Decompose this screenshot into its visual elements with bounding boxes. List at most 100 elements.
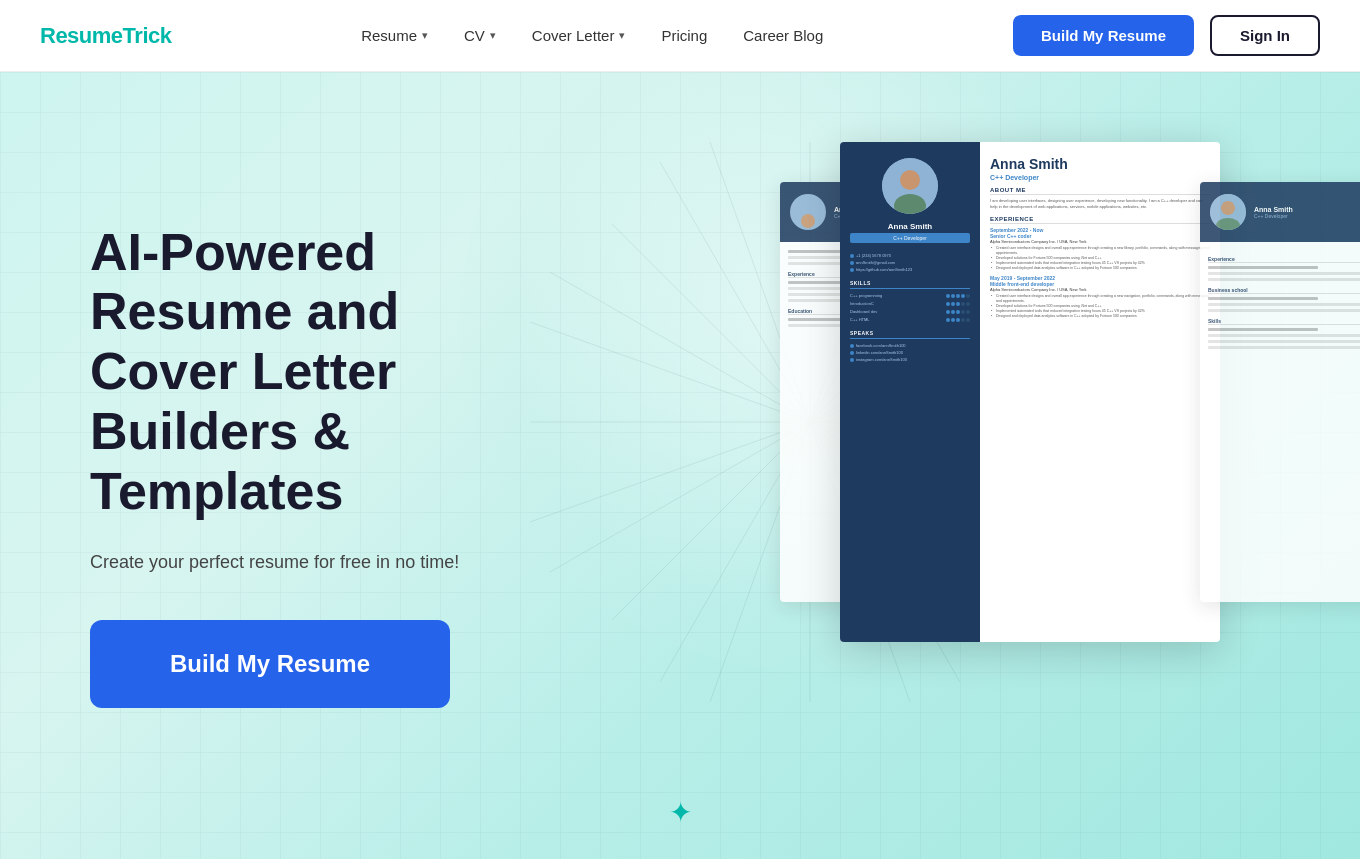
content-line	[1208, 303, 1360, 306]
speaks-section-title: Speaks	[850, 330, 970, 339]
logo-text-part2: Trick	[123, 23, 172, 49]
resume-name-block-left: Anna Smith C++ Developer	[850, 222, 970, 243]
skill-dots	[946, 310, 970, 314]
back-right-person-role: C++ Developer	[1254, 213, 1360, 219]
dot-filled	[951, 302, 955, 306]
back-right-avatar	[1210, 194, 1246, 230]
contact-email: annSmith@gmail.com	[850, 260, 970, 265]
experience-section-title: Experience	[990, 216, 1210, 224]
logo-text-part1: Resume	[40, 23, 123, 49]
speak-text: instagram.com/annSmith100	[856, 357, 907, 362]
skill-row-3: Dashboard dev	[850, 309, 970, 314]
skill-row-1: C++ programming	[850, 293, 970, 298]
contact-section: +1 (234) 5678 0970 annSmith@gmail.com ht…	[850, 253, 970, 272]
resume-card-main: Anna Smith C++ Developer +1 (234) 5678 0…	[840, 142, 1220, 642]
back-right-body: Experience Business school Skills	[1200, 242, 1360, 360]
dot-empty	[961, 302, 965, 306]
exp-bullet: Created user interface designs and overa…	[990, 246, 1210, 256]
speak-item: instagram.com/annSmith100	[850, 357, 970, 362]
skill-label: IntroductionC	[850, 301, 874, 306]
skill-label: Dashboard dev	[850, 309, 877, 314]
phone-text: +1 (234) 5678 0970	[856, 253, 891, 258]
dot-filled	[946, 294, 950, 298]
skill-row-4: C++ HTML	[850, 317, 970, 322]
star-icon: ✦	[669, 796, 692, 829]
dot-filled	[956, 310, 960, 314]
exp-item-2: May 2019 - September 2022 Middle front-e…	[990, 275, 1210, 318]
skill-dots	[946, 294, 970, 298]
bullet-dot	[850, 268, 854, 272]
dot-filled	[946, 318, 950, 322]
dot-empty	[966, 310, 970, 314]
navbar: ResumeTrick Resume ▾ CV ▾ Cover Letter ▾…	[0, 0, 1360, 72]
speak-text: linkedin.com/annSmith100	[856, 350, 903, 355]
back-right-avatar-image	[1210, 194, 1246, 230]
resume-right-column: Anna Smith C++ Developer About me I am d…	[980, 142, 1220, 642]
back-right-name-block: Anna Smith C++ Developer	[1254, 206, 1360, 219]
nav-item-career-blog[interactable]: Career Blog	[743, 27, 823, 44]
back-right-skills-title: Skills	[1208, 318, 1360, 325]
back-right-person-name: Anna Smith	[1254, 206, 1360, 213]
speak-text: facebook.com/annSmith100	[856, 343, 906, 348]
resume-main-name: Anna Smith	[990, 156, 1210, 172]
dot-filled	[946, 302, 950, 306]
nav-item-pricing[interactable]: Pricing	[661, 27, 707, 44]
email-text: annSmith@gmail.com	[856, 260, 895, 265]
back-right-section-edu: Business school	[1208, 287, 1360, 312]
content-line	[1208, 278, 1360, 281]
skill-label: C++ programming	[850, 293, 882, 298]
skills-section-title: Skills	[850, 280, 970, 289]
logo[interactable]: ResumeTrick	[40, 23, 171, 49]
resume-role-badge: C++ Developer	[850, 233, 970, 243]
hero-content: AI-Powered Resume and Cover Letter Build…	[0, 223, 560, 709]
resume-preview-area: Anna Smith C++ Developer Experience Educ…	[780, 102, 1360, 822]
content-line	[1208, 340, 1360, 343]
dot-filled	[946, 310, 950, 314]
resume-card-back-right: Anna Smith C++ Developer Experience Busi…	[1200, 182, 1360, 602]
contact-phone: +1 (234) 5678 0970	[850, 253, 970, 258]
nav-actions: Build My Resume Sign In	[1013, 15, 1320, 56]
dot-empty	[966, 294, 970, 298]
dot-empty	[961, 318, 965, 322]
chevron-down-icon: ▾	[422, 29, 428, 42]
content-line	[1208, 334, 1360, 337]
nav-item-resume[interactable]: Resume ▾	[361, 27, 428, 44]
build-resume-button-nav[interactable]: Build My Resume	[1013, 15, 1194, 56]
resume-person-name: Anna Smith	[850, 222, 970, 231]
nav-item-cv[interactable]: CV ▾	[464, 27, 496, 44]
exp-bullet: Designed and deployed data analytics sof…	[990, 266, 1210, 271]
chevron-down-icon: ▾	[490, 29, 496, 42]
exp-bullets-2: Created user interface designs and overa…	[990, 294, 1210, 318]
svg-point-16	[1221, 201, 1235, 215]
dot-filled	[956, 294, 960, 298]
dot-empty	[966, 318, 970, 322]
nav-links: Resume ▾ CV ▾ Cover Letter ▾ Pricing Car…	[361, 27, 823, 44]
scroll-indicator: ✦	[669, 796, 692, 829]
build-resume-button-hero[interactable]: Build My Resume	[90, 620, 450, 708]
hero-title: AI-Powered Resume and Cover Letter Build…	[90, 223, 560, 522]
skill-label: C++ HTML	[850, 317, 870, 322]
bullet-dot	[850, 344, 854, 348]
dot-filled	[951, 310, 955, 314]
sign-in-button[interactable]: Sign In	[1210, 15, 1320, 56]
bullet-dot	[850, 261, 854, 265]
dot-filled	[956, 318, 960, 322]
chevron-down-icon: ▾	[619, 29, 625, 42]
content-line	[1208, 266, 1318, 269]
skill-dots	[946, 318, 970, 322]
exp-bullets-1: Created user interface designs and overa…	[990, 246, 1210, 270]
linkedin-text: https://github.com/annSmith123	[856, 267, 912, 272]
content-line	[1208, 309, 1360, 312]
about-section-title: About me	[990, 187, 1210, 195]
back-right-section-exp: Experience	[1208, 256, 1360, 281]
back-right-header: Anna Smith C++ Developer	[1200, 182, 1360, 242]
nav-item-cover-letter[interactable]: Cover Letter ▾	[532, 27, 626, 44]
exp-company-2: Alpha Semiconductors Company Inc. / USA,…	[990, 287, 1210, 292]
bullet-dot	[850, 254, 854, 258]
avatar-image	[882, 158, 938, 214]
resume-summary: I am developing user interfaces, designi…	[990, 198, 1210, 210]
dot-filled	[951, 318, 955, 322]
hero-section: AI-Powered Resume and Cover Letter Build…	[0, 72, 1360, 859]
back-right-edu-title: Business school	[1208, 287, 1360, 294]
exp-item-1: September 2022 - Now Senior C++ coder Al…	[990, 227, 1210, 270]
